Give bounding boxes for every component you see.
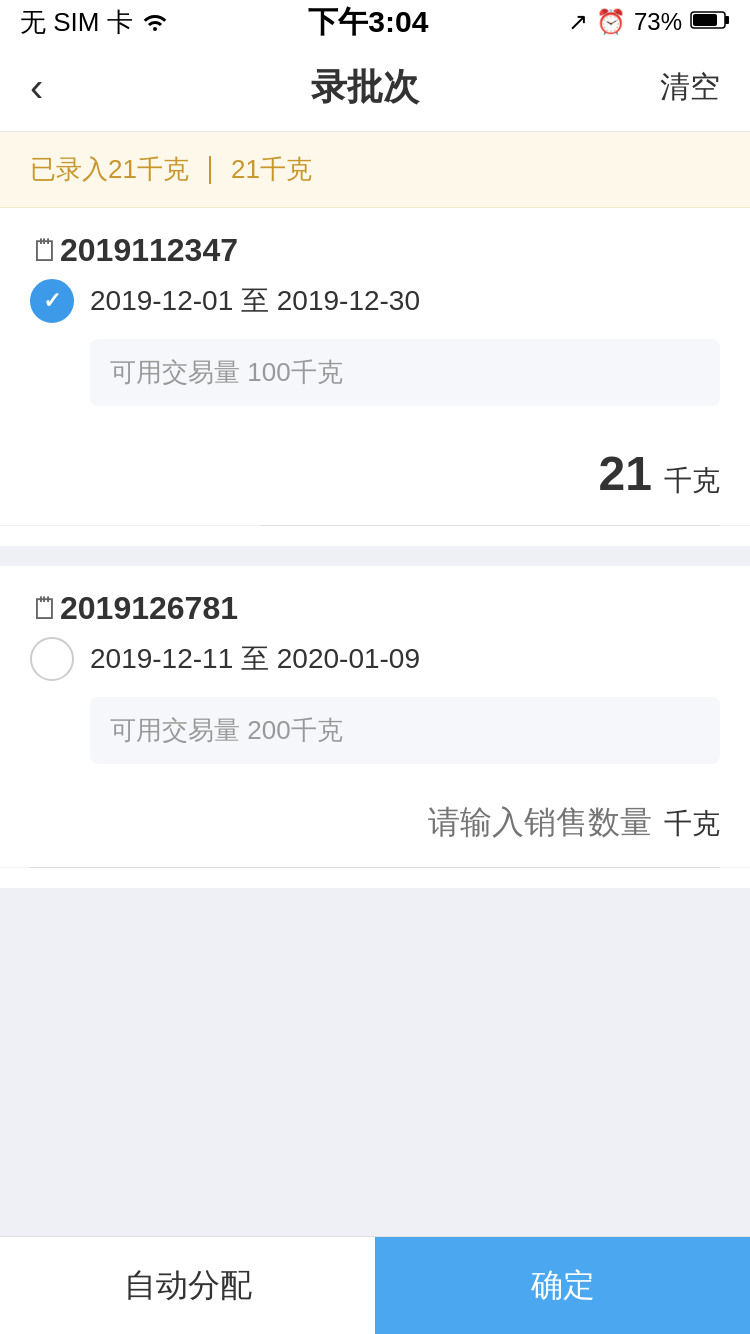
nav-bar: ‹ 录批次 清空 (0, 44, 750, 132)
section-separator (0, 546, 750, 566)
wifi-icon (141, 7, 169, 38)
batch-1-date: 2019-12-01 至 2019-12-30 (90, 282, 420, 320)
svg-rect-1 (725, 16, 729, 24)
quantity-input[interactable] (252, 804, 652, 841)
batch-1-unit: 千克 (664, 462, 720, 500)
alarm-icon: ⏰ (596, 8, 626, 36)
bottom-bar: 自动分配 确定 (0, 1236, 750, 1334)
batch-2-available: 可用交易量 200千克 (90, 697, 720, 764)
batch-1-id: 2019112347 (60, 232, 238, 269)
back-button[interactable]: ‹ (30, 65, 90, 110)
banner-divider (209, 156, 211, 184)
clear-button[interactable]: 清空 (640, 67, 720, 108)
batch-1-available-text: 可用交易量 100千克 (110, 357, 343, 387)
batch-2-bottom-space (0, 868, 750, 888)
batch-item-2[interactable]: 🗒 2019126781 2019-12-11 至 2020-01-09 可用交… (0, 566, 750, 784)
status-bar: 无 SIM 卡 下午3:04 ↗ ⏰ 73% (0, 0, 750, 44)
batch-2-date-row: 2019-12-11 至 2020-01-09 (30, 637, 720, 681)
sim-text: 无 SIM 卡 (20, 5, 133, 40)
batch-2-date: 2019-12-11 至 2020-01-09 (90, 640, 420, 678)
batch-2-input-row: 千克 (0, 784, 750, 867)
batch-1-bottom-space (0, 526, 750, 546)
batch-2-header: 🗒 2019126781 (30, 590, 720, 627)
page-title: 录批次 (311, 63, 419, 112)
location-icon: ↗ (568, 8, 588, 36)
doc-icon-1: 🗒 (30, 234, 60, 268)
status-left: 无 SIM 卡 (20, 5, 169, 40)
auto-distribute-button[interactable]: 自动分配 (0, 1237, 375, 1334)
batch-1-header: 🗒 2019112347 (30, 232, 720, 269)
check-icon-1: ✓ (43, 288, 61, 314)
status-right: ↗ ⏰ 73% (568, 8, 730, 36)
time-display: 下午3:04 (308, 2, 428, 43)
battery-text: 73% (634, 8, 682, 36)
batch-1-amount-row: 21 千克 (0, 426, 750, 525)
battery-icon (690, 8, 730, 36)
svg-rect-2 (693, 14, 717, 26)
batch-2-radio[interactable] (30, 637, 74, 681)
confirm-button[interactable]: 确定 (375, 1237, 750, 1334)
recorded-amount-value: 21千克 (231, 152, 312, 187)
batch-1-date-row: ✓ 2019-12-01 至 2019-12-30 (30, 279, 720, 323)
recorded-amount-label: 已录入21千克 (30, 152, 189, 187)
batch-2-unit: 千克 (664, 805, 720, 843)
info-banner: 已录入21千克 21千克 (0, 132, 750, 208)
batch-1-available: 可用交易量 100千克 (90, 339, 720, 406)
batch-1-amount: 21 (599, 446, 652, 501)
batch-1-radio[interactable]: ✓ (30, 279, 74, 323)
batch-item-1[interactable]: 🗒 2019112347 ✓ 2019-12-01 至 2019-12-30 可… (0, 208, 750, 426)
batch-2-id: 2019126781 (60, 590, 238, 627)
doc-icon-2: 🗒 (30, 592, 60, 626)
batch-2-available-text: 可用交易量 200千克 (110, 715, 343, 745)
